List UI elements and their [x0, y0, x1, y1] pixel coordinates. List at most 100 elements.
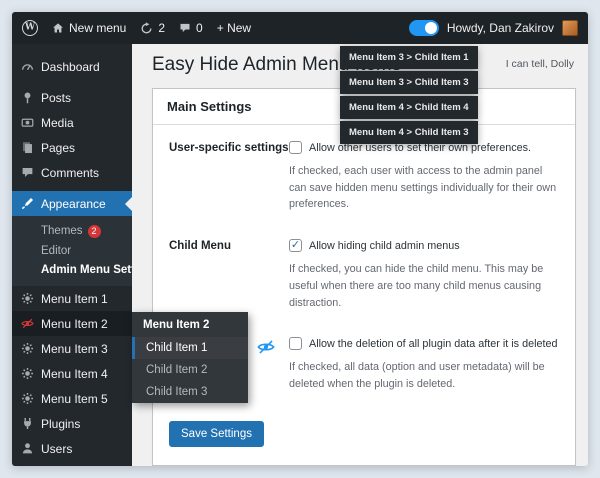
save-settings-button[interactable]: Save Settings — [169, 420, 264, 447]
themes-update-badge: 2 — [87, 224, 101, 238]
checkbox-row[interactable]: Allow the deletion of all plugin data af… — [289, 337, 561, 351]
howdy-account-link[interactable]: Howdy, Dan Zakirov — [447, 21, 554, 35]
comments-count: 0 — [196, 21, 203, 35]
sidebar-item-posts[interactable]: Posts — [12, 85, 132, 110]
dropdown-option[interactable]: Menu Item 4 > Child Item 4 — [340, 96, 478, 119]
admin-bar: New menu 2 0 + New — [12, 12, 588, 44]
plug-icon — [20, 417, 34, 431]
admin-bar-right: Howdy, Dan Zakirov — [408, 20, 578, 36]
hidden-items-dropdown: Menu Item 3 > Child Item 1 Menu Item 3 >… — [340, 46, 478, 146]
submenu-item-admin-menu-settings[interactable]: Admin Menu Settings — [12, 260, 159, 279]
sidebar-item-pages[interactable]: Pages — [12, 135, 132, 160]
comments-indicator[interactable]: 0 — [179, 21, 203, 35]
posts-pin-icon — [20, 91, 34, 105]
gear-icon — [20, 292, 34, 306]
toggle-knob — [424, 22, 437, 34]
submenu-item-themes[interactable]: Themes 2 — [12, 221, 132, 241]
sidebar-item-users[interactable]: Users — [12, 436, 132, 461]
submenu-item-editor[interactable]: Editor — [12, 241, 132, 260]
admin-body: Dashboard Posts Media Pages Comments App… — [12, 44, 588, 466]
sidebar-label: Menu Item 4 — [41, 366, 108, 381]
user-avatar[interactable] — [562, 20, 578, 36]
setting-control: Allow the deletion of all plugin data af… — [289, 337, 561, 392]
sidebar-label: Media — [41, 115, 74, 130]
media-camera-icon — [20, 116, 34, 130]
submenu-label: Themes — [41, 225, 83, 237]
pages-icon — [20, 141, 34, 155]
sidebar-label: Appearance — [41, 196, 106, 211]
sidebar-item-menu-item-3[interactable]: Menu Item 3 — [12, 336, 132, 361]
setting-label: User-specific settings — [169, 142, 289, 154]
setting-description: If checked, each user with access to the… — [289, 165, 557, 211]
dolly-quote: I can tell, Dolly — [505, 58, 574, 70]
setting-description: If checked, all data (option and user me… — [289, 361, 545, 391]
sidebar-label: Dashboard — [41, 59, 100, 74]
sidebar-item-comments[interactable]: Comments — [12, 160, 132, 185]
checkbox[interactable] — [289, 337, 302, 351]
gear-icon — [20, 342, 34, 356]
sidebar-item-appearance[interactable]: Appearance — [12, 191, 132, 216]
hidden-eye-slash-icon[interactable] — [257, 338, 275, 392]
checkbox-label: Allow hiding child admin menus — [309, 240, 460, 253]
sidebar-item-menu-item-1[interactable]: Menu Item 1 — [12, 286, 132, 311]
setting-description: If checked, you can hide the child menu.… — [289, 263, 544, 309]
updates-count: 2 — [158, 21, 166, 35]
card-body: User-specific settings Allow other users… — [153, 125, 575, 465]
comments-bubble-icon — [179, 22, 191, 34]
comments-bubble-icon — [20, 166, 34, 180]
sidebar-label: Users — [41, 441, 73, 456]
dropdown-option[interactable]: Menu Item 4 > Child Item 3 — [340, 121, 478, 144]
flyout-item-child-1[interactable]: Child Item 1 — [132, 337, 248, 359]
sidebar-item-menu-item-2[interactable]: Menu Item 2 — [12, 311, 132, 336]
new-content-button[interactable]: + New — [217, 21, 251, 35]
checkbox-label: Allow the deletion of all plugin data af… — [309, 338, 558, 351]
sidebar-label: Menu Item 5 — [41, 391, 108, 406]
gear-icon — [20, 392, 34, 406]
sidebar-label: Posts — [41, 90, 72, 105]
admin-sidebar: Dashboard Posts Media Pages Comments App… — [12, 44, 159, 466]
dropdown-option[interactable]: Menu Item 3 > Child Item 3 — [340, 71, 478, 94]
setting-row-child-menu: Child Menu ✓ Allow hiding child admin me… — [169, 239, 561, 311]
sidebar-item-menu-item-4[interactable]: Menu Item 4 — [12, 361, 132, 386]
admin-bar-left: New menu 2 0 + New — [22, 20, 251, 36]
gear-icon — [20, 367, 34, 381]
setting-control: Allow other users to set their own prefe… — [289, 141, 561, 213]
site-name-label: New menu — [69, 21, 127, 35]
flyout-item-child-2[interactable]: Child Item 2 — [132, 359, 248, 381]
toggle-switch[interactable] — [408, 20, 439, 36]
appearance-submenu: Themes 2 Editor Admin Menu Settings — [12, 216, 159, 286]
appearance-brush-icon — [20, 197, 34, 211]
checkbox-row[interactable]: ✓ Allow hiding child admin menus — [289, 238, 561, 253]
dashboard-icon — [20, 60, 34, 74]
submenu-label: Editor — [41, 244, 72, 257]
wordpress-admin-screen: New menu 2 0 + New — [12, 12, 588, 466]
sidebar-item-plugins[interactable]: Plugins — [12, 411, 132, 436]
menu-item-2-flyout: Menu Item 2 Child Item 1 Child Item 2 Ch… — [132, 312, 248, 403]
checkbox-mark: ✓ — [290, 238, 301, 251]
sidebar-item-menu-item-5[interactable]: Menu Item 5 — [12, 386, 132, 411]
page-frame: New menu 2 0 + New — [0, 0, 600, 478]
wordpress-menu-button[interactable] — [22, 20, 38, 36]
sidebar-item-dashboard[interactable]: Dashboard — [12, 54, 132, 79]
sidebar-label: Comments — [41, 165, 100, 180]
eye-slash-icon — [20, 317, 34, 331]
home-icon — [52, 22, 64, 34]
checkbox[interactable] — [289, 141, 302, 154]
flyout-item-child-3[interactable]: Child Item 3 — [132, 381, 248, 403]
updates-icon — [140, 21, 153, 35]
sidebar-label: Menu Item 2 — [41, 316, 108, 331]
setting-row-user-specific: User-specific settings Allow other users… — [169, 141, 561, 213]
sidebar-label: Menu Item 1 — [41, 291, 108, 306]
setting-label: Child Menu — [169, 240, 231, 253]
users-icon — [20, 442, 34, 456]
sidebar-label: Menu Item 3 — [41, 341, 108, 356]
sidebar-item-media[interactable]: Media — [12, 110, 132, 135]
dropdown-option[interactable]: Menu Item 3 > Child Item 1 — [340, 46, 478, 69]
updates-indicator[interactable]: 2 — [140, 21, 165, 35]
sidebar-label: Plugins — [41, 416, 81, 431]
checkbox[interactable]: ✓ — [289, 238, 302, 253]
setting-control: ✓ Allow hiding child admin menus If chec… — [289, 239, 561, 311]
flyout-title: Menu Item 2 — [143, 319, 210, 331]
sidebar-label: Pages — [41, 140, 76, 155]
site-name-link[interactable]: New menu — [52, 21, 126, 35]
